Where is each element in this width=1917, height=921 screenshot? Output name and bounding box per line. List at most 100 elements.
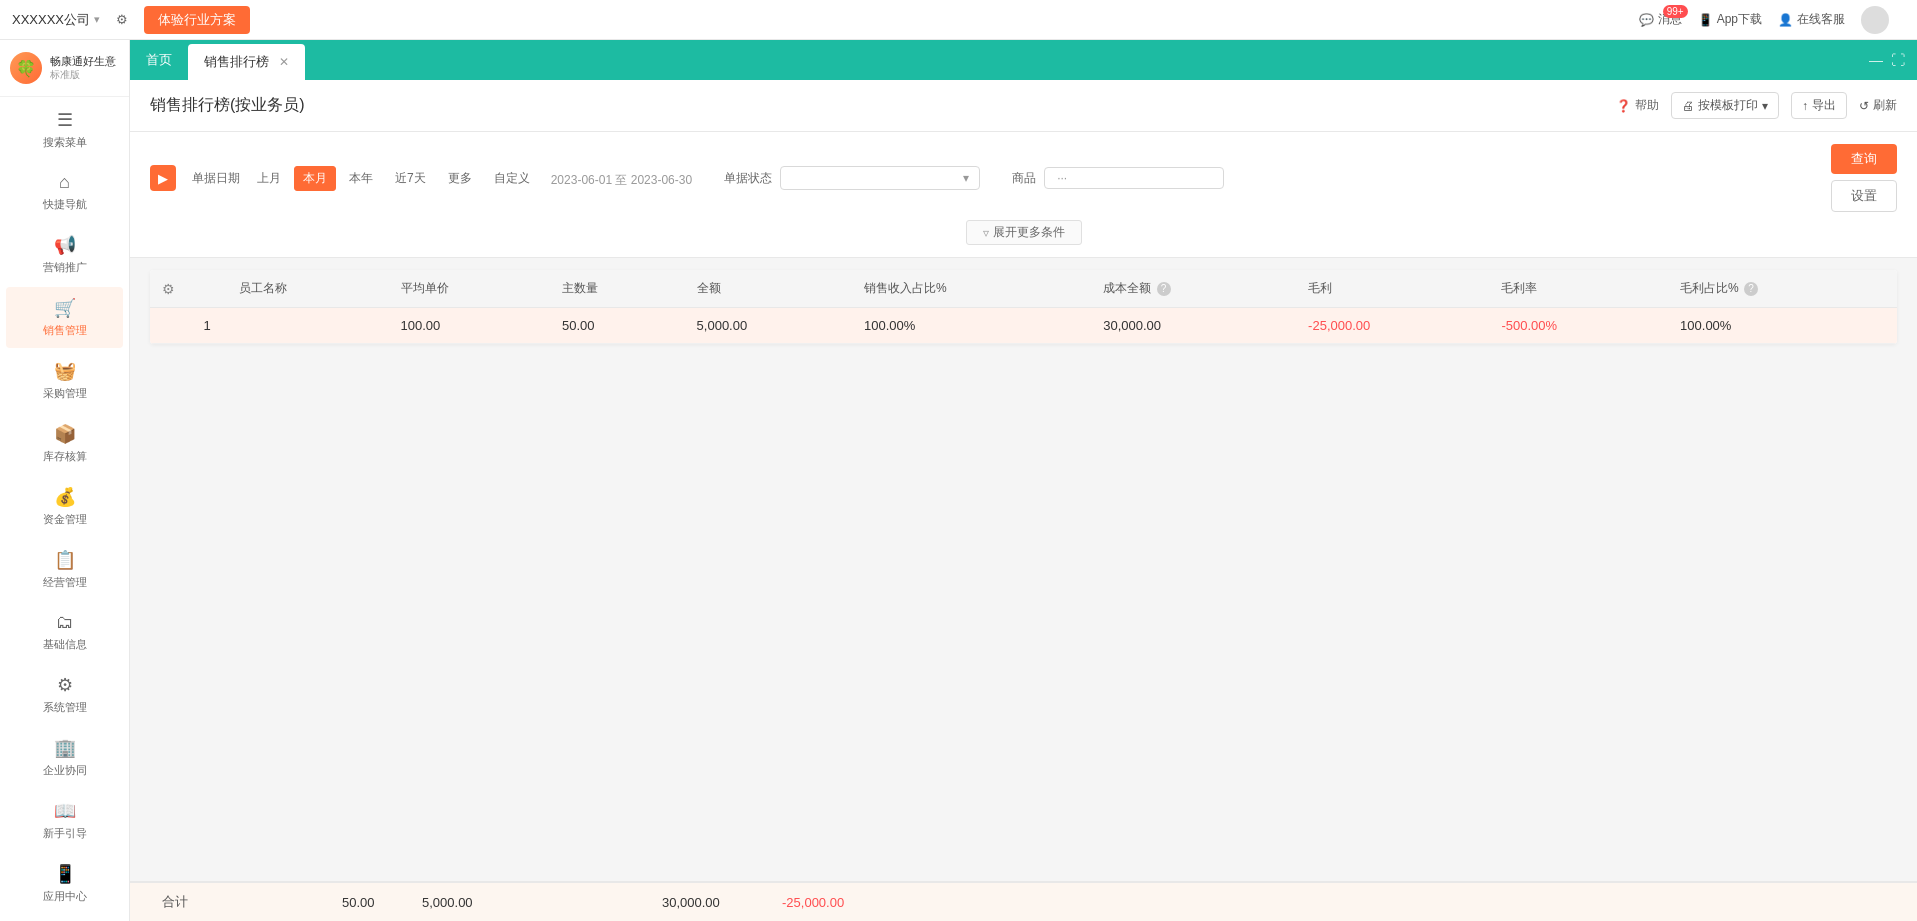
avatar[interactable] bbox=[1861, 6, 1889, 34]
sidebar-icon-apps: 📱 bbox=[54, 863, 76, 885]
footer-row: 合计 50.00 5,000.00 30,000.00 -25,000.00 bbox=[150, 883, 1897, 921]
sidebar-item-operation[interactable]: 📋 经营管理 bbox=[6, 539, 123, 600]
sidebar-label-basic: 基础信息 bbox=[43, 637, 87, 652]
export-button[interactable]: ↑ 导出 bbox=[1791, 92, 1847, 119]
date-range-display: 2023-06-01 至 2023-06-30 bbox=[551, 168, 692, 189]
expand-label: 展开更多条件 bbox=[993, 224, 1065, 241]
cell-profit-0: -25,000.00 bbox=[1296, 308, 1489, 344]
help-button[interactable]: ❓ 帮助 bbox=[1616, 97, 1659, 114]
filter-row-main: ▶ 单据日期 上月 本月 本年 近7天 更多 自定义 2 bbox=[150, 144, 1897, 212]
sidebar-label-marketing: 营销推广 bbox=[43, 260, 87, 275]
sidebar-item-finance[interactable]: 💰 资金管理 bbox=[6, 476, 123, 537]
sidebar-icon-sales: 🛒 bbox=[54, 297, 76, 319]
table-row: 1 100.00 50.00 5,000.00 100.00% 30,000.0… bbox=[150, 308, 1897, 344]
message-button[interactable]: 💬 消息 99+ bbox=[1639, 11, 1682, 28]
sidebar-item-search[interactable]: ☰ 搜索菜单 bbox=[6, 99, 123, 160]
cell-amount-0: 5,000.00 bbox=[685, 308, 852, 344]
column-settings-icon[interactable]: ⚙ bbox=[162, 281, 175, 297]
date-filter-group: 单据日期 上月 本月 本年 近7天 更多 自定义 2023-06-01 至 20… bbox=[192, 166, 692, 191]
sidebar-label-finance: 资金管理 bbox=[43, 512, 87, 527]
footer-total-label: 合计 bbox=[150, 893, 250, 911]
profit-pct-tip-icon[interactable]: ? bbox=[1744, 282, 1758, 296]
sidebar-item-quick-nav[interactable]: ⌂ 快捷导航 bbox=[6, 162, 123, 222]
tab-home-label: 首页 bbox=[146, 51, 172, 69]
status-select[interactable]: ▾ bbox=[780, 166, 980, 190]
cell-sales-pct-0: 100.00% bbox=[852, 308, 1091, 344]
filter-actions: 查询 设置 bbox=[1831, 144, 1897, 212]
sidebar-icon-guide: 📖 bbox=[54, 800, 76, 822]
template-print-arrow: ▾ bbox=[1762, 99, 1768, 113]
sidebar-item-sales[interactable]: 🛒 销售管理 bbox=[6, 287, 123, 348]
date-btn-custom[interactable]: 自定义 bbox=[485, 166, 539, 191]
page-content: 销售排行榜(按业务员) ❓ 帮助 🖨 按模板打印 ▾ ↑ 导出 bbox=[130, 80, 1917, 921]
expand-row: ▿ 展开更多条件 bbox=[150, 220, 1897, 245]
sidebar-item-marketing[interactable]: 📢 营销推广 bbox=[6, 224, 123, 285]
date-btn-prev-month[interactable]: 上月 bbox=[248, 166, 290, 191]
company-selector[interactable]: XXXXXX公司 ▾ bbox=[12, 11, 100, 29]
status-select-arrow: ▾ bbox=[963, 171, 969, 185]
filter-toggle-button[interactable]: ▶ bbox=[150, 165, 176, 191]
goods-input[interactable]: ··· bbox=[1044, 167, 1224, 189]
tab-close-icon[interactable]: ✕ bbox=[279, 55, 289, 69]
company-dropdown-arrow: ▾ bbox=[94, 13, 100, 26]
page-actions: ❓ 帮助 🖨 按模板打印 ▾ ↑ 导出 ↺ 刷新 bbox=[1616, 92, 1897, 119]
sidebar-item-enterprise[interactable]: 🏢 企业协同 bbox=[6, 727, 123, 788]
date-btn-7days[interactable]: 近7天 bbox=[386, 166, 435, 191]
export-icon: ↑ bbox=[1802, 99, 1808, 113]
cell-qty-0: 50.00 bbox=[550, 308, 685, 344]
goods-input-more[interactable]: ··· bbox=[1057, 171, 1067, 185]
sidebar-item-apps[interactable]: 📱 应用中心 bbox=[6, 853, 123, 914]
sidebar-icon-finance: 💰 bbox=[54, 486, 76, 508]
sidebar-icon-purchase: 🧺 bbox=[54, 360, 76, 382]
footer-profit: -25,000.00 bbox=[770, 895, 890, 910]
sidebar-item-basic[interactable]: 🗂 基础信息 bbox=[6, 602, 123, 662]
sidebar-item-purchase[interactable]: 🧺 采购管理 bbox=[6, 350, 123, 411]
goods-filter-group: 商品 ··· bbox=[1012, 167, 1224, 189]
app-download-button[interactable]: 📱 App下载 bbox=[1698, 11, 1762, 28]
tab-maximize-icon[interactable]: ⛶ bbox=[1891, 52, 1905, 68]
th-rank bbox=[187, 270, 227, 308]
footer-qty: 50.00 bbox=[330, 895, 410, 910]
main-layout: 🍀 畅康通好生意 标准版 ☰ 搜索菜单 ⌂ 快捷导航 📢 营销推广 🛒 销售管理… bbox=[0, 40, 1917, 921]
status-filter-group: 单据状态 ▾ bbox=[724, 166, 980, 190]
sidebar-icon-marketing: 📢 bbox=[54, 234, 76, 256]
tab-bar-actions: — ⛶ bbox=[1869, 52, 1917, 68]
sidebar-item-inventory[interactable]: 📦 库存核算 bbox=[6, 413, 123, 474]
cell-profit-rate-0: -500.00% bbox=[1489, 308, 1668, 344]
try-industry-button[interactable]: 体验行业方案 bbox=[144, 6, 250, 34]
app-icon: 📱 bbox=[1698, 13, 1713, 27]
tab-sales-rank-label: 销售排行榜 bbox=[204, 53, 269, 71]
sidebar: 🍀 畅康通好生意 标准版 ☰ 搜索菜单 ⌂ 快捷导航 📢 营销推广 🛒 销售管理… bbox=[0, 40, 130, 921]
query-button[interactable]: 查询 bbox=[1831, 144, 1897, 174]
tab-home[interactable]: 首页 bbox=[130, 40, 188, 80]
sidebar-item-system[interactable]: ⚙ 系统管理 bbox=[6, 664, 123, 725]
date-btn-more[interactable]: 更多 bbox=[439, 166, 481, 191]
filter-settings-button[interactable]: 设置 bbox=[1831, 180, 1897, 212]
tab-sales-rank[interactable]: 销售排行榜 ✕ bbox=[188, 44, 305, 80]
cost-tip-icon[interactable]: ? bbox=[1157, 282, 1171, 296]
message-icon: 💬 bbox=[1639, 13, 1654, 27]
th-settings: ⚙ bbox=[150, 270, 187, 308]
th-avg-price: 平均单价 bbox=[389, 270, 551, 308]
th-employee-name: 员工名称 bbox=[227, 270, 389, 308]
top-bar: XXXXXX公司 ▾ ⚙ 体验行业方案 💬 消息 99+ 📱 App下载 👤 在… bbox=[0, 0, 1917, 40]
date-btn-this-month[interactable]: 本月 bbox=[294, 166, 336, 191]
sidebar-item-wechat[interactable]: 💬 企业微信 bbox=[6, 916, 123, 921]
table-body: 1 100.00 50.00 5,000.00 100.00% 30,000.0… bbox=[150, 308, 1897, 344]
th-sales-pct: 销售收入占比% bbox=[852, 270, 1091, 308]
company-name: XXXXXX公司 bbox=[12, 11, 90, 29]
sidebar-label-enterprise: 企业协同 bbox=[43, 763, 87, 778]
refresh-button[interactable]: ↺ 刷新 bbox=[1859, 97, 1897, 114]
online-service-button[interactable]: 👤 在线客服 bbox=[1778, 11, 1845, 28]
table-footer: 合计 50.00 5,000.00 30,000.00 -25,000.00 bbox=[130, 881, 1917, 921]
sidebar-icon-inventory: 📦 bbox=[54, 423, 76, 445]
sidebar-item-guide[interactable]: 📖 新手引导 bbox=[6, 790, 123, 851]
tab-minimize-icon[interactable]: — bbox=[1869, 52, 1883, 68]
template-print-button[interactable]: 🖨 按模板打印 ▾ bbox=[1671, 92, 1779, 119]
refresh-label: 刷新 bbox=[1873, 97, 1897, 114]
status-filter-label: 单据状态 bbox=[724, 170, 772, 187]
sidebar-icon-system: ⚙ bbox=[57, 674, 73, 696]
expand-more-button[interactable]: ▿ 展开更多条件 bbox=[966, 220, 1082, 245]
company-settings-button[interactable]: ⚙ bbox=[108, 6, 136, 34]
date-btn-this-year[interactable]: 本年 bbox=[340, 166, 382, 191]
